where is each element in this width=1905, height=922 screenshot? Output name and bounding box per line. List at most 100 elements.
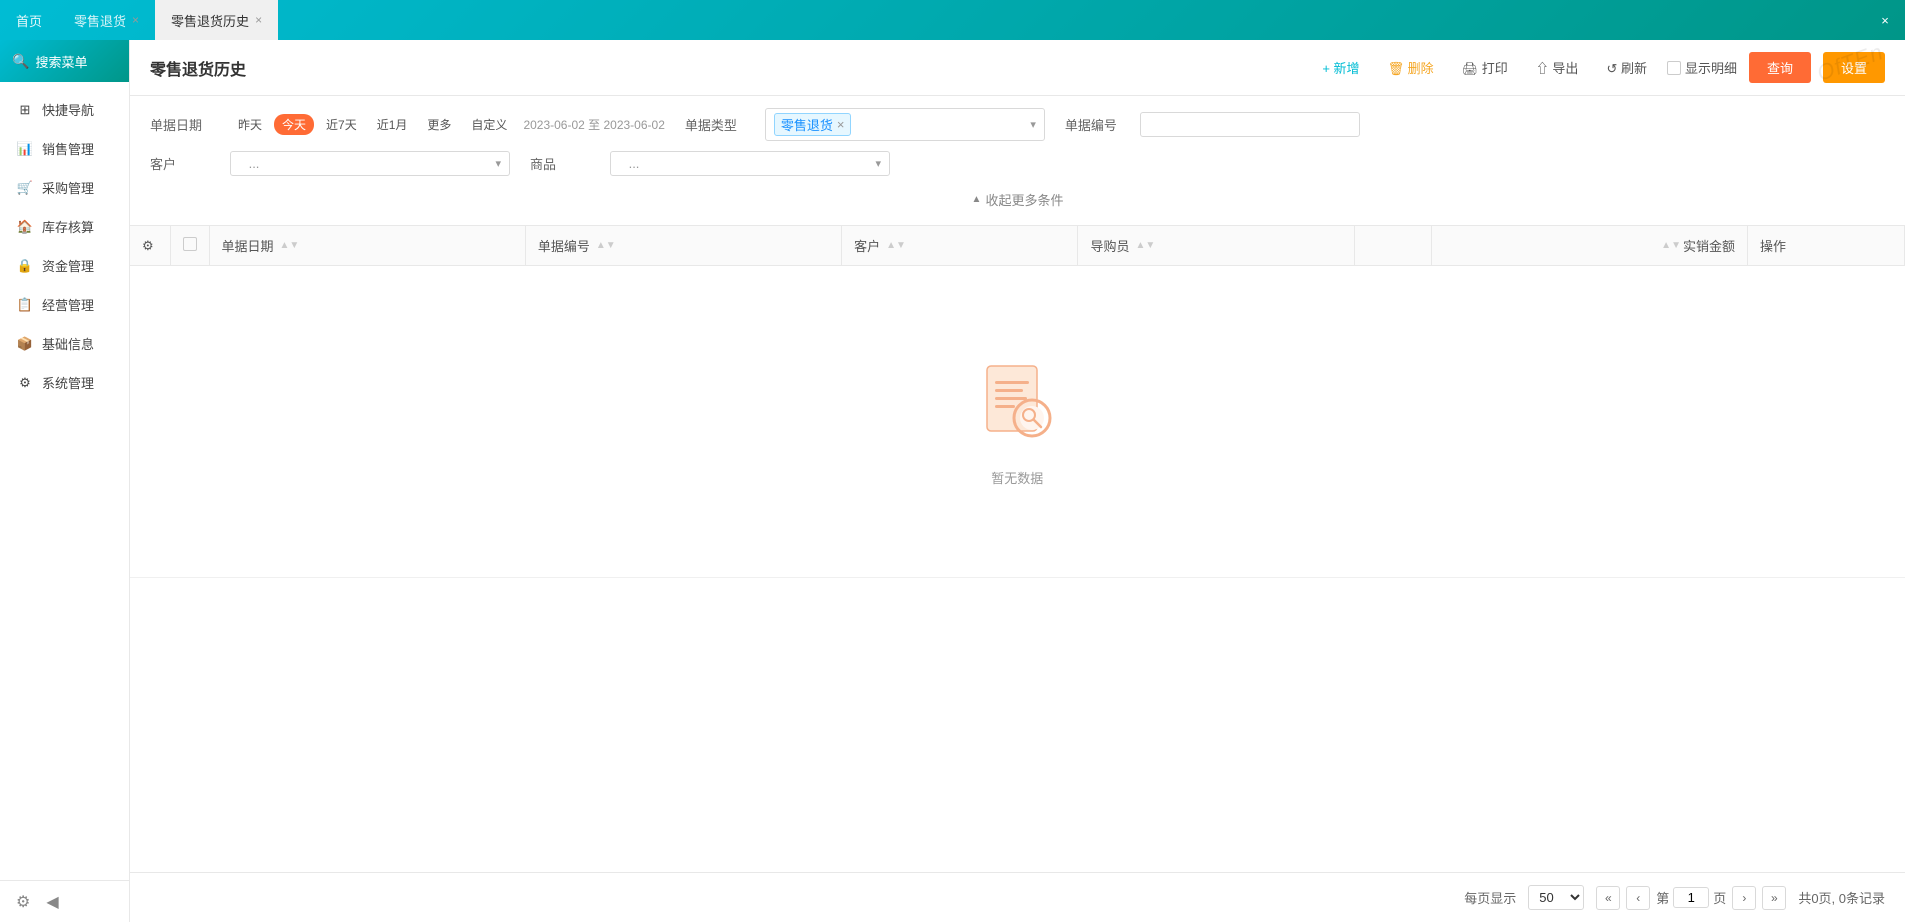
window-close-button[interactable]: × bbox=[1865, 0, 1905, 40]
doc-no-input[interactable] bbox=[1140, 112, 1360, 137]
sidebar-item-finance-mgmt[interactable]: 🔒 资金管理 bbox=[0, 246, 129, 285]
per-page-select[interactable]: 50 10 20 100 bbox=[1528, 885, 1584, 910]
sort-arrows-customer: ▲▼ bbox=[886, 240, 906, 251]
goods-select[interactable]: ... ▾ bbox=[610, 151, 890, 176]
date-range-display: 2023-06-02 至 2023-06-02 bbox=[523, 116, 664, 133]
close-icon: × bbox=[1881, 13, 1889, 28]
query-button[interactable]: 查询 bbox=[1749, 52, 1811, 83]
new-button[interactable]: + 新增 bbox=[1314, 54, 1367, 81]
ops-mgmt-icon: 📋 bbox=[16, 296, 34, 314]
doc-no-label: 单据编号 bbox=[1065, 115, 1120, 134]
setting-button[interactable]: 设置 bbox=[1823, 52, 1885, 83]
sidebar: 🔍 搜索菜单 ⊞ 快捷导航 📊 销售管理 🛒 采购管理 🏠 库存核算 🔒 bbox=[0, 40, 130, 922]
col-checkbox[interactable] bbox=[170, 226, 209, 266]
sort-arrows-guide: ▲▼ bbox=[1135, 240, 1155, 251]
date-btn-1month[interactable]: 近1月 bbox=[369, 114, 416, 135]
tab-retail-return-history[interactable]: 零售退货历史 × bbox=[155, 0, 278, 40]
col-action: 操作 bbox=[1747, 226, 1904, 266]
sidebar-settings-icon[interactable]: ⚙ bbox=[16, 892, 30, 912]
collapse-label: 收起更多条件 bbox=[985, 190, 1063, 209]
page-next-button[interactable]: › bbox=[1732, 886, 1756, 910]
sidebar-item-inventory[interactable]: 🏠 库存核算 bbox=[0, 207, 129, 246]
goods-placeholder: ... bbox=[619, 156, 649, 171]
col-settings[interactable]: ⚙ bbox=[130, 226, 170, 266]
empty-state: 暂无数据 bbox=[142, 276, 1893, 567]
tab-retail-return[interactable]: 零售退货 × bbox=[58, 0, 155, 40]
col-guide[interactable]: 导购员 ▲▼ bbox=[1078, 226, 1354, 266]
tab-retail-return-history-label: 零售退货历史 bbox=[171, 11, 249, 30]
sidebar-item-quick-nav-label: 快捷导航 bbox=[42, 100, 94, 119]
date-filters: 昨天 今天 近7天 近1月 更多 自定义 2023-06-02 至 2023-0… bbox=[230, 114, 665, 135]
sidebar-item-basic-info[interactable]: 📦 基础信息 bbox=[0, 324, 129, 363]
total-text: 共0页, 0条记录 bbox=[1798, 888, 1885, 907]
tab-retail-return-close[interactable]: × bbox=[132, 13, 139, 27]
sidebar-item-quick-nav[interactable]: ⊞ 快捷导航 bbox=[0, 90, 129, 129]
sidebar-item-sys-mgmt[interactable]: ⚙ 系统管理 bbox=[0, 363, 129, 402]
doc-type-select[interactable]: 零售退货 × ▾ bbox=[765, 108, 1045, 141]
top-bar: 首页 零售退货 × 零售退货历史 × × bbox=[0, 0, 1905, 40]
sort-arrows-doc-date: ▲▼ bbox=[280, 240, 300, 251]
col-doc-date-label: 单据日期 bbox=[222, 236, 274, 255]
main-layout: 🔍 搜索菜单 ⊞ 快捷导航 📊 销售管理 🛒 采购管理 🏠 库存核算 🔒 bbox=[0, 40, 1905, 922]
col-customer[interactable]: 客户 ▲▼ bbox=[842, 226, 1078, 266]
refresh-button[interactable]: ↺ 刷新 bbox=[1598, 54, 1655, 81]
sort-arrows-doc-no: ▲▼ bbox=[596, 240, 616, 251]
show-detail-text: 显示明细 bbox=[1685, 58, 1737, 77]
sidebar-item-purchase-mgmt[interactable]: 🛒 采购管理 bbox=[0, 168, 129, 207]
customer-filter-label: 客户 bbox=[150, 154, 210, 173]
export-button[interactable]: ⇧ 导出 bbox=[1528, 54, 1587, 81]
delete-button[interactable]: 🗑 删除 bbox=[1380, 54, 1442, 81]
sidebar-item-sales-mgmt-label: 销售管理 bbox=[42, 139, 94, 158]
quick-nav-icon: ⊞ bbox=[16, 101, 34, 119]
select-all-checkbox[interactable] bbox=[183, 237, 197, 251]
page-label: 第 bbox=[1656, 888, 1669, 907]
date-btn-custom[interactable]: 自定义 bbox=[463, 114, 515, 135]
doc-type-label: 单据类型 bbox=[685, 115, 745, 134]
sidebar-item-sales-mgmt[interactable]: 📊 销售管理 bbox=[0, 129, 129, 168]
sys-mgmt-icon: ⚙ bbox=[16, 374, 34, 392]
customer-select[interactable]: ... ▾ bbox=[230, 151, 510, 176]
page-last-button[interactable]: » bbox=[1762, 886, 1786, 910]
col-settings-icon[interactable]: ⚙ bbox=[142, 238, 154, 253]
doc-type-dropdown-arrow: ▾ bbox=[1030, 118, 1036, 131]
toolbar-actions: + 新增 🗑 删除 🖨 打印 ⇧ 导出 ↺ 刷新 显示明细 查询 设置 bbox=[1314, 52, 1885, 83]
inventory-icon: 🏠 bbox=[16, 218, 34, 236]
sort-arrows-amount: ▲▼ bbox=[1661, 240, 1681, 251]
sidebar-item-ops-mgmt-label: 经营管理 bbox=[42, 295, 94, 314]
col-guide-label: 导购员 bbox=[1090, 236, 1129, 255]
tab-retail-return-history-close[interactable]: × bbox=[255, 13, 262, 27]
show-detail-checkbox[interactable] bbox=[1667, 61, 1681, 75]
filter-row-2: 客户 ... ▾ 商品 ... ▾ bbox=[150, 151, 1885, 176]
sidebar-collapse-icon[interactable]: ◀ bbox=[46, 892, 58, 912]
date-btn-more[interactable]: 更多 bbox=[419, 114, 459, 135]
tab-home[interactable]: 首页 bbox=[0, 0, 58, 40]
data-table: ⚙ 单据日期 ▲▼ 单据编号 bbox=[130, 226, 1905, 578]
sidebar-item-sys-mgmt-label: 系统管理 bbox=[42, 373, 94, 392]
empty-text: 暂无数据 bbox=[991, 468, 1043, 487]
col-amount[interactable]: ▲▼ 实销金额 bbox=[1431, 226, 1747, 266]
date-btn-yesterday[interactable]: 昨天 bbox=[230, 114, 270, 135]
col-doc-date[interactable]: 单据日期 ▲▼ bbox=[209, 226, 525, 266]
col-doc-no-label: 单据编号 bbox=[538, 236, 590, 255]
page-prev-button[interactable]: ‹ bbox=[1626, 886, 1650, 910]
date-btn-7days[interactable]: 近7天 bbox=[318, 114, 365, 135]
print-button[interactable]: 🖨 打印 bbox=[1454, 54, 1516, 81]
collapse-button[interactable]: ▲ 收起更多条件 bbox=[150, 186, 1885, 213]
col-doc-no[interactable]: 单据编号 ▲▼ bbox=[525, 226, 841, 266]
table-wrapper: ⚙ 单据日期 ▲▼ 单据编号 bbox=[130, 226, 1905, 872]
sidebar-search[interactable]: 🔍 搜索菜单 bbox=[0, 40, 129, 82]
per-page-label: 每页显示 bbox=[1464, 888, 1516, 907]
search-icon: 🔍 bbox=[12, 53, 29, 70]
doc-type-tag-close[interactable]: × bbox=[837, 117, 845, 132]
sidebar-item-finance-mgmt-label: 资金管理 bbox=[42, 256, 94, 275]
sales-mgmt-icon: 📊 bbox=[16, 140, 34, 158]
page-input[interactable] bbox=[1673, 887, 1709, 908]
empty-icon bbox=[967, 356, 1067, 456]
content-area: 零售退货历史 + 新增 🗑 删除 🖨 打印 ⇧ 导出 ↺ 刷新 显示明细 查询 … bbox=[130, 40, 1905, 922]
sidebar-item-ops-mgmt[interactable]: 📋 经营管理 bbox=[0, 285, 129, 324]
show-detail-label[interactable]: 显示明细 bbox=[1667, 58, 1737, 77]
date-btn-today[interactable]: 今天 bbox=[274, 114, 314, 135]
page-first-button[interactable]: « bbox=[1596, 886, 1620, 910]
page-current: 第 页 bbox=[1656, 887, 1726, 908]
doc-type-tag: 零售退货 × bbox=[774, 113, 852, 136]
